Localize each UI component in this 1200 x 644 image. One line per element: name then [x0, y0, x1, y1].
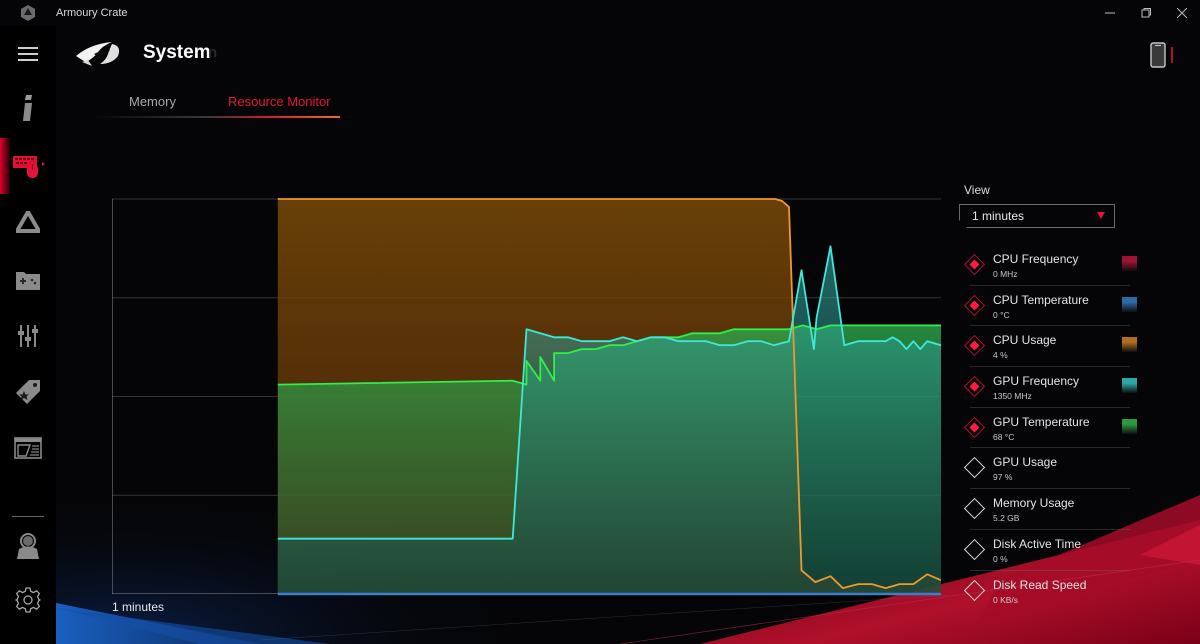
restore-icon — [1141, 8, 1151, 18]
resource-monitor-chart — [112, 198, 942, 596]
tab-resource-monitor[interactable]: Resource Monitor — [228, 94, 331, 109]
user-icon — [17, 533, 39, 559]
legend-item[interactable]: CPU Usage 4 % — [960, 326, 1140, 367]
device-phone-icon[interactable] — [1150, 42, 1166, 68]
aura-triangle-icon — [16, 211, 40, 233]
legend-value: 97 % — [993, 472, 1013, 483]
legend-name: Disk Read Speed — [993, 577, 1087, 592]
sidebar — [0, 26, 56, 644]
minimize-button[interactable] — [1092, 0, 1128, 26]
checkbox-unchecked-icon[interactable] — [963, 579, 986, 601]
sidebar-item-user[interactable] — [0, 518, 56, 574]
view-label: View — [964, 183, 990, 197]
checkbox-unchecked-icon[interactable] — [963, 498, 986, 520]
title-bar: Armoury Crate — [0, 0, 1200, 26]
app-title: Armoury Crate — [56, 7, 128, 19]
news-icon — [14, 437, 42, 459]
legend-color-swatch — [1122, 256, 1137, 271]
maximize-button[interactable] — [1128, 0, 1164, 26]
legend-color-swatch — [1122, 296, 1137, 312]
view-dropdown-value: 1 minutes — [972, 209, 1025, 223]
sidebar-divider — [12, 516, 44, 517]
legend-value: 68 °C — [993, 431, 1015, 442]
deals-tag-icon — [16, 380, 40, 404]
legend-name: CPU Temperature — [993, 292, 1089, 307]
legend-value: 0 °C — [993, 309, 1010, 320]
legend-name: CPU Frequency — [993, 252, 1079, 266]
legend-name: Memory Usage — [993, 496, 1075, 511]
legend-value: 0 MHz — [993, 269, 1018, 279]
sidebar-item-deals[interactable] — [0, 364, 56, 420]
dropdown-arrow-icon — [1097, 212, 1105, 219]
sidebar-item-news[interactable] — [0, 420, 56, 476]
sidebar-menu-button[interactable] — [0, 26, 56, 82]
equalizer-sliders-icon — [18, 325, 38, 347]
sidebar-item-game-library[interactable] — [0, 252, 56, 308]
legend-item[interactable]: CPU Temperature 0 °C — [960, 286, 1140, 327]
checkbox-checked-icon[interactable] — [963, 253, 986, 276]
sidebar-item-info[interactable] — [0, 80, 56, 136]
legend-value: 5.2 GB — [993, 513, 1020, 524]
close-button[interactable] — [1164, 0, 1200, 26]
legend-name: GPU Frequency — [993, 374, 1080, 389]
sidebar-item-aura[interactable] — [0, 194, 56, 250]
info-icon — [23, 95, 32, 121]
view-dropdown[interactable]: 1 minutes — [959, 204, 1115, 228]
page-title: System — [143, 42, 211, 63]
checkbox-unchecked-icon[interactable] — [963, 538, 986, 560]
checkbox-unchecked-icon[interactable] — [963, 457, 986, 479]
legend-name: GPU Usage — [993, 455, 1058, 470]
checkbox-checked-icon[interactable] — [963, 375, 986, 398]
legend-value: 1350 MHz — [993, 391, 1032, 402]
legend-item[interactable]: GPU Frequency 1350 MHz — [960, 367, 1140, 408]
legend-item[interactable]: GPU Usage 97 % — [960, 448, 1140, 489]
game-library-icon — [16, 272, 40, 290]
armoury-crate-app-icon — [21, 5, 35, 21]
menu-icon — [18, 47, 38, 61]
page-title-ghost: n — [208, 44, 218, 61]
legend-item[interactable]: CPU Frequency 0 MHz — [960, 245, 1140, 286]
rog-logo — [76, 42, 120, 66]
tab-underline — [92, 116, 340, 118]
legend-color-swatch — [1122, 418, 1137, 434]
legend-item[interactable]: Disk Read Speed 0 KB/s — [960, 571, 1140, 612]
sidebar-item-scenario[interactable] — [0, 308, 56, 364]
tab-bar: Memory Resource Monitor — [92, 90, 342, 120]
close-icon — [1177, 8, 1187, 18]
metric-legend: CPU Frequency 0 MHz CPU Temperature 0 °C CPU… — [960, 245, 1140, 611]
legend-name: Disk Active Time — [993, 536, 1082, 551]
checkbox-checked-icon[interactable] — [963, 335, 986, 357]
tab-memory[interactable]: Memory — [129, 94, 176, 109]
legend-item[interactable]: Memory Usage 5.2 GB — [960, 489, 1140, 530]
legend-item[interactable]: GPU Temperature 68 °C — [960, 408, 1140, 449]
legend-name: CPU Usage — [993, 333, 1057, 348]
legend-color-swatch — [1122, 378, 1137, 394]
minimize-icon — [1105, 12, 1115, 14]
device-keyboard-mouse-icon — [13, 156, 45, 178]
legend-item[interactable]: Disk Active Time 0 % — [960, 530, 1140, 571]
checkbox-checked-icon[interactable] — [963, 294, 986, 316]
legend-value: 0 KB/s — [993, 594, 1019, 605]
chart-svg — [112, 198, 942, 596]
sidebar-item-settings[interactable] — [0, 572, 56, 628]
device-indicator-bar — [1171, 47, 1173, 63]
legend-name: GPU Temperature — [993, 414, 1090, 429]
legend-value: 4 % — [993, 350, 1008, 361]
chart-xlabel: 1 minutes — [112, 600, 165, 614]
sidebar-item-devices[interactable] — [0, 138, 56, 194]
legend-color-swatch — [1122, 337, 1137, 353]
checkbox-checked-icon[interactable] — [963, 416, 986, 438]
settings-gear-icon — [15, 587, 41, 613]
legend-value: 0 % — [993, 553, 1008, 564]
